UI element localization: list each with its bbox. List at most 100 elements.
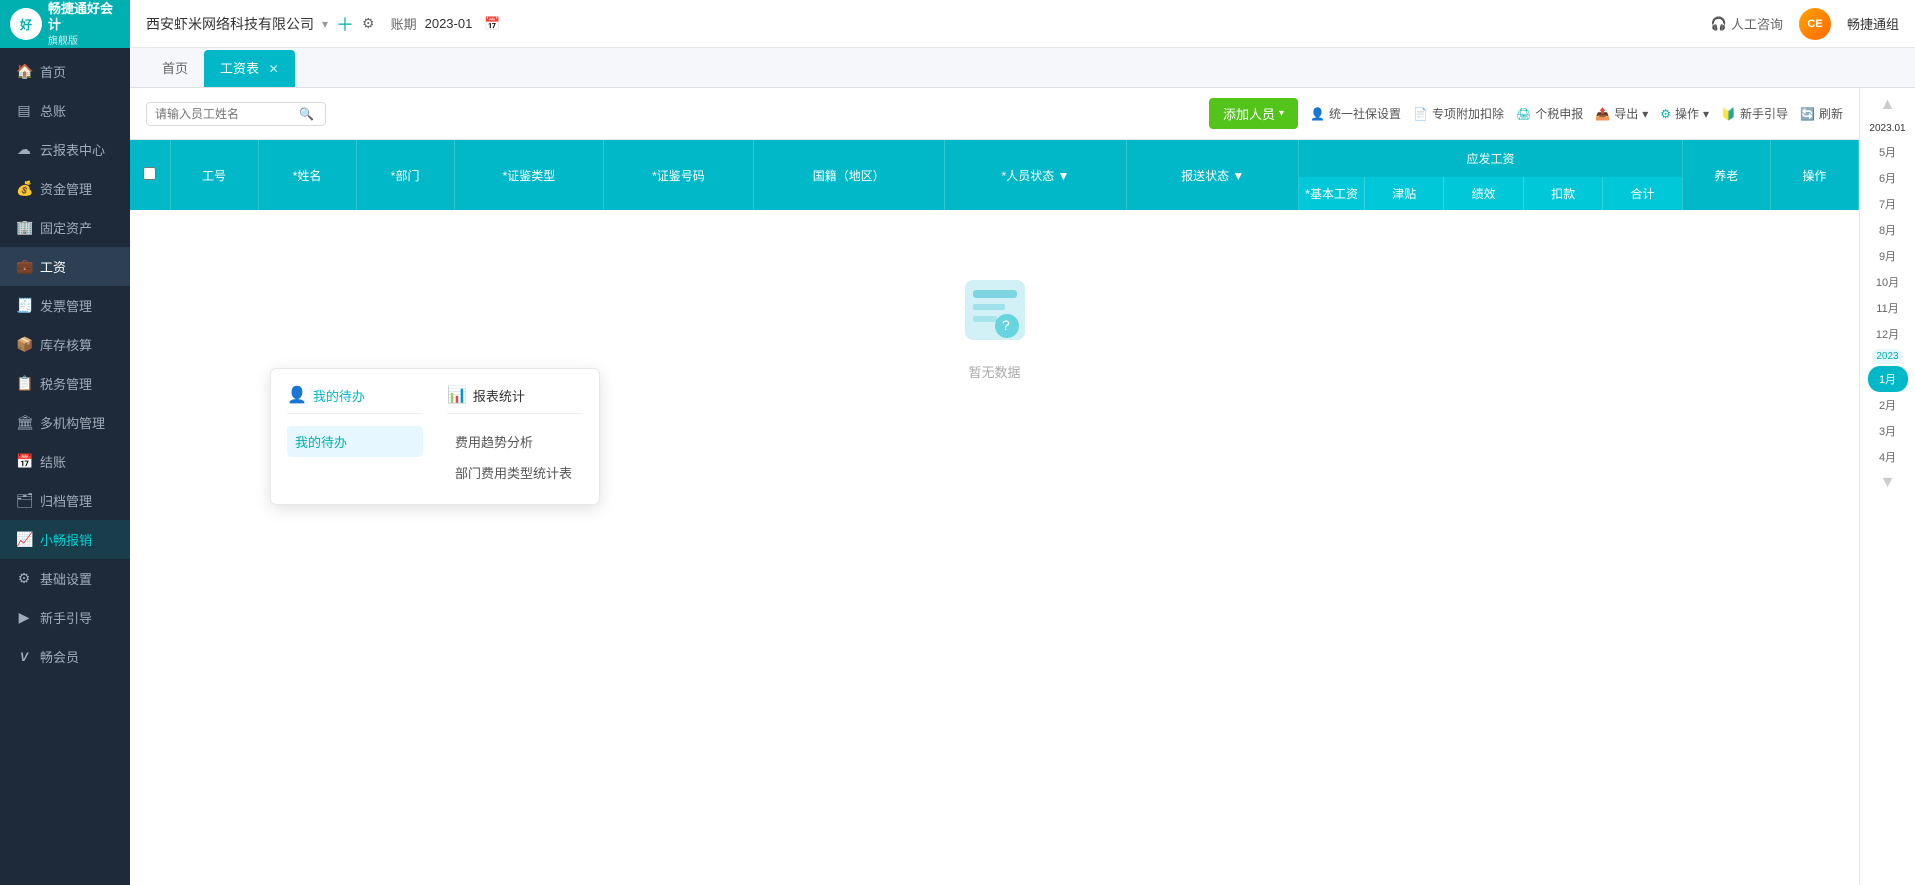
calendar-icon[interactable]: 📅 [484, 16, 500, 32]
salary-icon: 💼 [16, 258, 32, 275]
topbar: 西安虾米网络科技有限公司 ▾ ＋ ⚙ 账期 2023-01 📅 🎧 人工咨询 C… [130, 0, 1915, 48]
settings-icon[interactable]: ⚙ [362, 15, 375, 32]
dept-cost-label: 部门费用类型统计表 [455, 466, 572, 481]
sidebar-item-assets[interactable]: 🏢 固定资产 [0, 208, 130, 247]
action-tax[interactable]: 🖨 个税申报 [1516, 105, 1583, 122]
sidebar-item-invoice[interactable]: 🧾 发票管理 [0, 286, 130, 325]
add-company-button[interactable]: ＋ [336, 11, 354, 37]
social-icon: 👤 [1310, 107, 1325, 121]
time-nav-down[interactable]: ▼ [1876, 470, 1900, 496]
search-input[interactable] [155, 107, 295, 121]
popup-item-cost-trend[interactable]: 费用趋势分析 [447, 426, 583, 457]
time-month-11[interactable]: 11月 [1860, 295, 1915, 321]
close-account-icon: 📅 [16, 453, 32, 470]
main-area: 西安虾米网络科技有限公司 ▾ ＋ ⚙ 账期 2023-01 📅 🎧 人工咨询 C… [130, 0, 1915, 885]
user-avatar[interactable]: CE [1799, 8, 1831, 40]
company-dropdown-arrow[interactable]: ▾ [322, 17, 328, 31]
sidebar-item-salary[interactable]: 💼 工资 [0, 247, 130, 286]
time-month-1[interactable]: 1月 [1868, 366, 1908, 392]
popup-item-dept-cost[interactable]: 部门费用类型统计表 [447, 457, 583, 488]
sidebar-label-tax: 税务管理 [40, 374, 92, 393]
content-area: 🔍 添加人员 ▾ 👤 统一社保设置 📄 专项附加扣除 [130, 88, 1915, 885]
sidebar-label-multi: 多机构管理 [40, 413, 105, 432]
sidebar-label-cloud: 云报表中心 [40, 140, 105, 159]
th-checkbox[interactable] [130, 140, 170, 210]
time-nav-up[interactable]: ▲ [1876, 92, 1900, 118]
sidebar-label-basic: 基础设置 [40, 569, 92, 588]
tab-salary[interactable]: 工资表 ✕ [204, 50, 295, 87]
time-month-12[interactable]: 12月 [1860, 321, 1915, 347]
cloud-icon: ☁ [16, 141, 32, 158]
sidebar-item-general[interactable]: ▤ 总账 [0, 91, 130, 130]
add-person-button[interactable]: 添加人员 ▾ [1209, 98, 1298, 129]
popup-col-todo: 👤 我的待办 我的待办 [287, 385, 423, 488]
time-month-6[interactable]: 6月 [1860, 165, 1915, 191]
action-guide[interactable]: 🔰 新手引导 [1721, 105, 1788, 122]
popup-item-my-todo[interactable]: 我的待办 [287, 426, 423, 457]
action-operate[interactable]: ⚙ 操作 ▾ [1660, 105, 1709, 122]
th-salary-group: 应发工资 [1299, 140, 1682, 177]
refresh-icon: 🔄 [1800, 107, 1815, 121]
action-deduction[interactable]: 📄 专项附加扣除 [1413, 105, 1504, 122]
popup-col-report-label: 报表统计 [473, 386, 525, 405]
customer-service-label: 人工咨询 [1731, 14, 1783, 33]
sidebar-item-cloud[interactable]: ☁ 云报表中心 [0, 130, 130, 169]
sidebar-item-tax[interactable]: 📋 税务管理 [0, 364, 130, 403]
select-all-checkbox[interactable] [143, 167, 156, 180]
time-month-10[interactable]: 10月 [1860, 269, 1915, 295]
logo-text-block: 畅捷通好会计 旗舰版 [48, 1, 120, 47]
xiaochang-icon: 📈 [16, 531, 32, 548]
sidebar-item-close[interactable]: 📅 结账 [0, 442, 130, 481]
sidebar-item-inventory[interactable]: 📦 库存核算 [0, 325, 130, 364]
popup-col-report: 📊 报表统计 费用趋势分析 部门费用类型统计表 [447, 385, 583, 488]
th-deductions: 扣款 [1523, 177, 1602, 210]
th-report-status: 报送状态 ▼ [1127, 140, 1299, 210]
th-number: 工号 [170, 140, 258, 210]
app-sub: 旗舰版 [48, 32, 120, 47]
th-pension: 养老 [1682, 140, 1770, 210]
export-dropdown-arrow: ▾ [1642, 107, 1648, 121]
tabbar: 首页 工资表 ✕ [130, 48, 1915, 88]
customer-service-button[interactable]: 🎧 人工咨询 [1711, 14, 1783, 33]
time-month-8[interactable]: 8月 [1860, 217, 1915, 243]
tab-home[interactable]: 首页 [146, 50, 204, 87]
time-month-5[interactable]: 5月 [1860, 139, 1915, 165]
time-month-3[interactable]: 3月 [1860, 418, 1915, 444]
sidebar-item-guide[interactable]: ▶ 新手引导 [0, 598, 130, 637]
action-refresh[interactable]: 🔄 刷新 [1800, 105, 1843, 122]
action-social-label: 统一社保设置 [1329, 105, 1401, 122]
toolbar: 🔍 添加人员 ▾ 👤 统一社保设置 📄 专项附加扣除 [130, 88, 1859, 140]
inventory-icon: 📦 [16, 336, 32, 353]
sidebar-label-close: 结账 [40, 452, 66, 471]
th-subsidy: 津贴 [1364, 177, 1443, 210]
cost-trend-label: 费用趋势分析 [455, 435, 533, 450]
sidebar-item-xiaochang[interactable]: 📈 小畅报销 [0, 520, 130, 559]
tab-salary-label: 工资表 [220, 61, 259, 76]
time-month-2[interactable]: 2月 [1860, 392, 1915, 418]
search-icon[interactable]: 🔍 [299, 107, 314, 121]
th-total: 合计 [1603, 177, 1682, 210]
multi-icon: 🏛 [16, 414, 32, 431]
tab-close-icon[interactable]: ✕ [269, 62, 279, 76]
th-action: 操作 [1770, 140, 1858, 210]
time-month-7[interactable]: 7月 [1860, 191, 1915, 217]
my-todo-label: 我的待办 [295, 435, 347, 450]
th-cert-no: *证鉴号码 [604, 140, 754, 210]
sidebar-item-fund[interactable]: 💰 资金管理 [0, 169, 130, 208]
action-social[interactable]: 👤 统一社保设置 [1310, 105, 1401, 122]
sidebar-item-home[interactable]: 🏠 首页 [0, 52, 130, 91]
time-month-9[interactable]: 9月 [1860, 243, 1915, 269]
time-month-4[interactable]: 4月 [1860, 444, 1915, 470]
operate-dropdown-arrow: ▾ [1703, 107, 1709, 121]
sidebar-item-archive[interactable]: 🗂 归档管理 [0, 481, 130, 520]
action-refresh-label: 刷新 [1819, 105, 1843, 122]
th-dept: *部门 [356, 140, 454, 210]
sidebar-item-multi[interactable]: 🏛 多机构管理 [0, 403, 130, 442]
avatar-initials: CE [1807, 18, 1822, 30]
topbar-right: 🎧 人工咨询 CE 畅捷通组 [1711, 8, 1899, 40]
user-name: 畅捷通组 [1847, 14, 1899, 33]
sidebar-item-basic[interactable]: ⚙ 基础设置 [0, 559, 130, 598]
action-export[interactable]: 📤 导出 ▾ [1595, 105, 1648, 122]
sidebar-label-fund: 资金管理 [40, 179, 92, 198]
sidebar-item-member[interactable]: V 畅会员 [0, 637, 130, 676]
